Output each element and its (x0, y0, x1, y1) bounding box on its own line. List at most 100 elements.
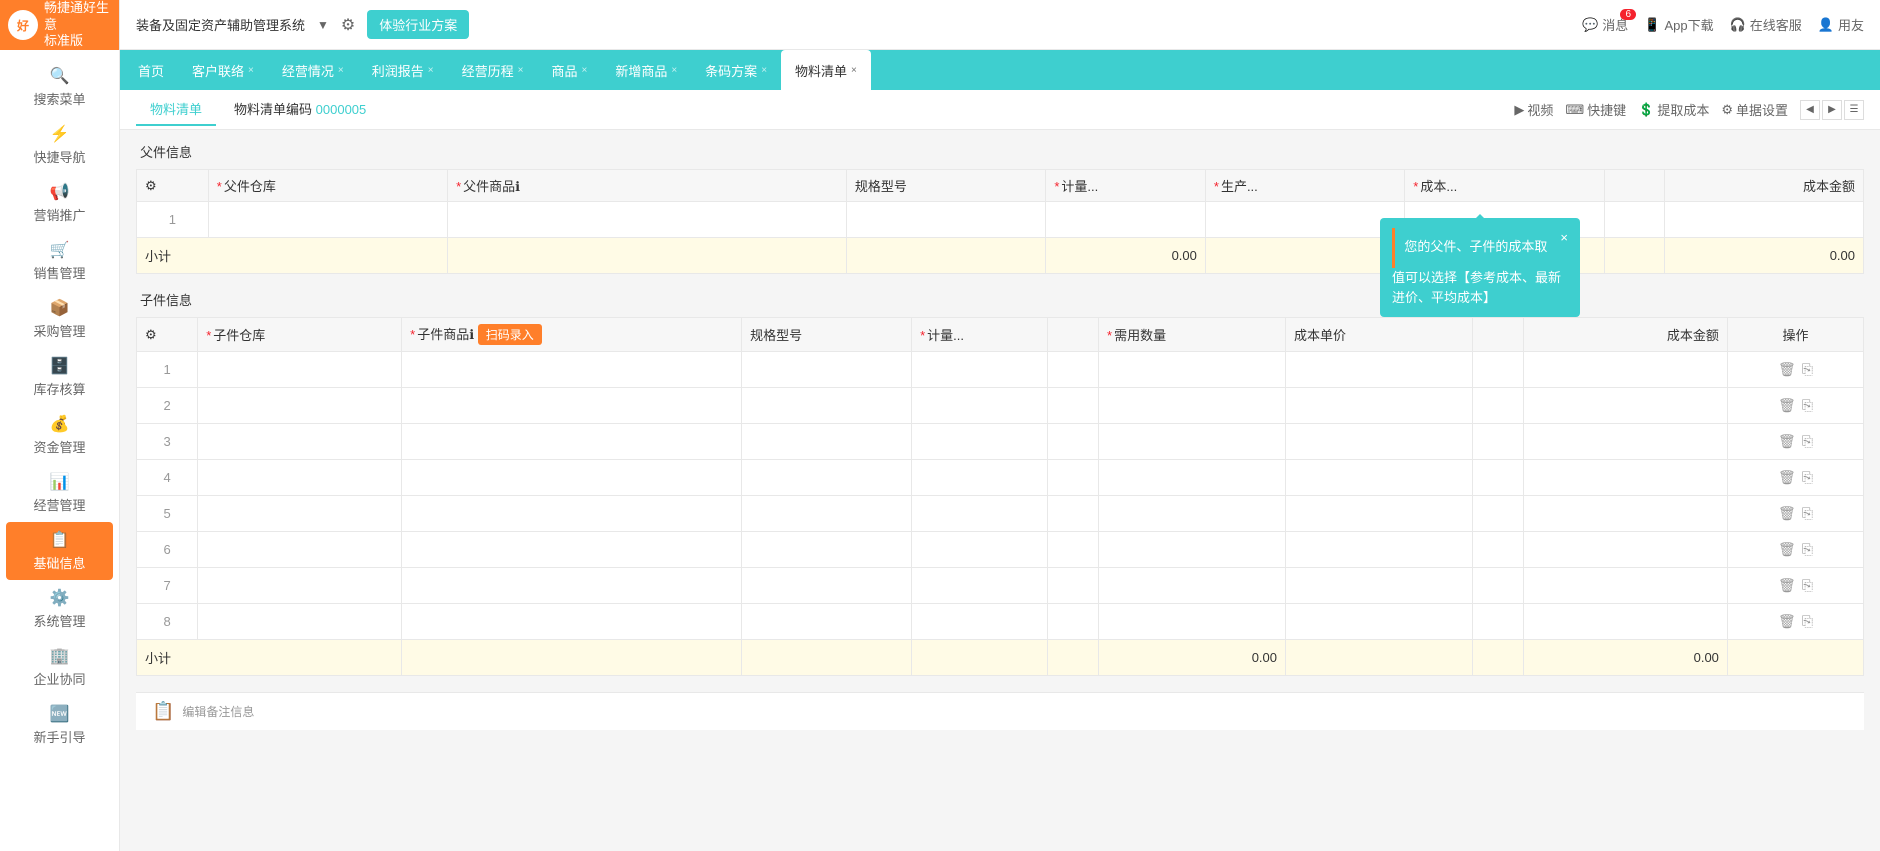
experience-button[interactable]: 体验行业方案 (367, 10, 469, 39)
child-row-2-copy-icon[interactable]: ⎘ (1802, 397, 1813, 414)
child-row-2-goods[interactable] (402, 388, 742, 424)
nav-prev[interactable]: ◀ (1800, 100, 1820, 120)
child-row-6-unit[interactable] (912, 532, 1048, 568)
child-row-1-unit[interactable] (912, 352, 1048, 388)
sidebar-item-operations[interactable]: 📊 经营管理 (0, 464, 119, 522)
child-row-3-warehouse[interactable] (198, 424, 402, 460)
child-row-6-goods[interactable] (402, 532, 742, 568)
child-row-4-goods[interactable] (402, 460, 742, 496)
sidebar-item-inventory[interactable]: 🗄️ 库存核算 (0, 348, 119, 406)
parent-row-1-goods[interactable] (448, 202, 847, 238)
child-row-8-warehouse[interactable] (198, 604, 402, 640)
nav-tab-customer[interactable]: 客户联络× (178, 50, 268, 90)
system-dropdown[interactable]: ▼ (317, 18, 329, 32)
child-row-3-spec[interactable] (742, 424, 912, 460)
nav-tab-close-profit-report[interactable]: × (428, 65, 434, 76)
sidebar-item-quick-nav[interactable]: ⚡ 快捷导航 (0, 116, 119, 174)
child-row-8-delete-icon[interactable]: 🗑 (1778, 613, 1796, 630)
child-row-8-cost-unit[interactable] (1286, 604, 1473, 640)
child-row-5-unit[interactable] (912, 496, 1048, 532)
nav-tab-operations-status[interactable]: 经营情况× (268, 50, 358, 90)
child-row-6-delete-icon[interactable]: 🗑 (1778, 541, 1796, 558)
child-row-4-warehouse[interactable] (198, 460, 402, 496)
child-row-5-needed-qty[interactable] (1099, 496, 1286, 532)
child-row-3-unit[interactable] (912, 424, 1048, 460)
online-service-button[interactable]: 🎧 在线客服 (1730, 15, 1802, 34)
child-row-2-delete-icon[interactable]: 🗑 (1778, 397, 1796, 414)
single-settings-button[interactable]: ⚙ 单据设置 (1721, 100, 1788, 119)
sidebar-item-search[interactable]: 🔍 搜索菜单 (0, 58, 119, 116)
child-row-1-cost-unit[interactable] (1286, 352, 1473, 388)
sub-tab-bom-list[interactable]: 物料清单 (136, 93, 216, 126)
child-row-7-spec[interactable] (742, 568, 912, 604)
child-row-4-delete-icon[interactable]: 🗑 (1778, 469, 1796, 486)
child-row-7-needed-qty[interactable] (1099, 568, 1286, 604)
nav-tab-home[interactable]: 首页 (124, 50, 178, 90)
child-row-2-spec[interactable] (742, 388, 912, 424)
parent-row-1-warehouse[interactable] (208, 202, 447, 238)
child-row-2-cost-unit[interactable] (1286, 388, 1473, 424)
child-row-8-copy-icon[interactable]: ⎘ (1802, 613, 1813, 630)
nav-tab-close-barcode[interactable]: × (761, 65, 767, 76)
child-row-7-cost-unit[interactable] (1286, 568, 1473, 604)
child-row-3-goods[interactable] (402, 424, 742, 460)
sidebar-item-basic-info[interactable]: 📋 基础信息 (6, 522, 113, 580)
tooltip-close-button[interactable]: × (1560, 228, 1568, 248)
message-button[interactable]: 💬 消息 6 (1582, 15, 1628, 34)
gear-icon[interactable]: ⚙ (341, 15, 355, 35)
child-row-8-goods[interactable] (402, 604, 742, 640)
child-row-5-spec[interactable] (742, 496, 912, 532)
child-row-2-unit[interactable] (912, 388, 1048, 424)
child-row-6-cost-unit[interactable] (1286, 532, 1473, 568)
child-row-6-copy-icon[interactable]: ⎘ (1802, 541, 1813, 558)
sidebar-item-sales[interactable]: 🛒 销售管理 (0, 232, 119, 290)
child-row-5-delete-icon[interactable]: 🗑 (1778, 505, 1796, 522)
nav-tab-close-operations-status[interactable]: × (338, 65, 344, 76)
child-row-4-copy-icon[interactable]: ⎘ (1802, 469, 1813, 486)
child-row-3-cost-unit[interactable] (1286, 424, 1473, 460)
child-row-1-goods[interactable] (402, 352, 742, 388)
child-row-6-warehouse[interactable] (198, 532, 402, 568)
child-row-7-delete-icon[interactable]: 🗑 (1778, 577, 1796, 594)
child-row-3-delete-icon[interactable]: 🗑 (1778, 433, 1796, 450)
extract-cost-button[interactable]: 💲 提取成本 (1638, 100, 1709, 119)
child-row-3-needed-qty[interactable] (1099, 424, 1286, 460)
child-row-8-needed-qty[interactable] (1099, 604, 1286, 640)
sidebar-item-finance[interactable]: 💰 资金管理 (0, 406, 119, 464)
child-row-5-cost-unit[interactable] (1286, 496, 1473, 532)
child-row-4-spec[interactable] (742, 460, 912, 496)
child-row-5-goods[interactable] (402, 496, 742, 532)
child-row-7-copy-icon[interactable]: ⎘ (1802, 577, 1813, 594)
child-row-7-unit[interactable] (912, 568, 1048, 604)
nav-tab-close-operations-history[interactable]: × (518, 65, 524, 76)
sub-tab-bom-code[interactable]: 物料清单编码 0000005 (220, 93, 380, 126)
bottom-bar-text[interactable]: 编辑备注信息 (182, 703, 254, 720)
nav-tab-bom-list[interactable]: 物料清单× (781, 50, 871, 90)
nav-tab-close-new-goods[interactable]: × (671, 65, 677, 76)
sidebar-item-system[interactable]: ⚙️ 系统管理 (0, 580, 119, 638)
child-row-1-delete-icon[interactable]: 🗑 (1778, 361, 1796, 378)
child-row-8-spec[interactable] (742, 604, 912, 640)
child-row-5-warehouse[interactable] (198, 496, 402, 532)
child-row-1-warehouse[interactable] (198, 352, 402, 388)
nav-next[interactable]: ▶ (1822, 100, 1842, 120)
sidebar-item-enterprise[interactable]: 🏢 企业协同 (0, 638, 119, 696)
parent-row-1-unit[interactable] (1046, 202, 1206, 238)
child-row-7-warehouse[interactable] (198, 568, 402, 604)
child-row-8-unit[interactable] (912, 604, 1048, 640)
child-row-2-needed-qty[interactable] (1099, 388, 1286, 424)
parent-row-1-spec[interactable] (846, 202, 1045, 238)
child-row-5-copy-icon[interactable]: ⎘ (1802, 505, 1813, 522)
nav-tab-barcode[interactable]: 条码方案× (691, 50, 781, 90)
user-menu[interactable]: 👤 用友 (1818, 15, 1864, 34)
scan-button[interactable]: 扫码录入 (478, 324, 542, 345)
child-row-6-spec[interactable] (742, 532, 912, 568)
child-row-1-copy-icon[interactable]: ⎘ (1802, 361, 1813, 378)
sidebar-item-purchase[interactable]: 📦 采购管理 (0, 290, 119, 348)
child-row-1-spec[interactable] (742, 352, 912, 388)
child-row-4-unit[interactable] (912, 460, 1048, 496)
nav-tab-close-customer[interactable]: × (248, 65, 254, 76)
nav-tab-goods[interactable]: 商品× (537, 50, 601, 90)
app-download-button[interactable]: 📱 App下载 (1644, 15, 1713, 34)
shortcut-button[interactable]: ⌨ 快捷键 (1565, 100, 1626, 119)
